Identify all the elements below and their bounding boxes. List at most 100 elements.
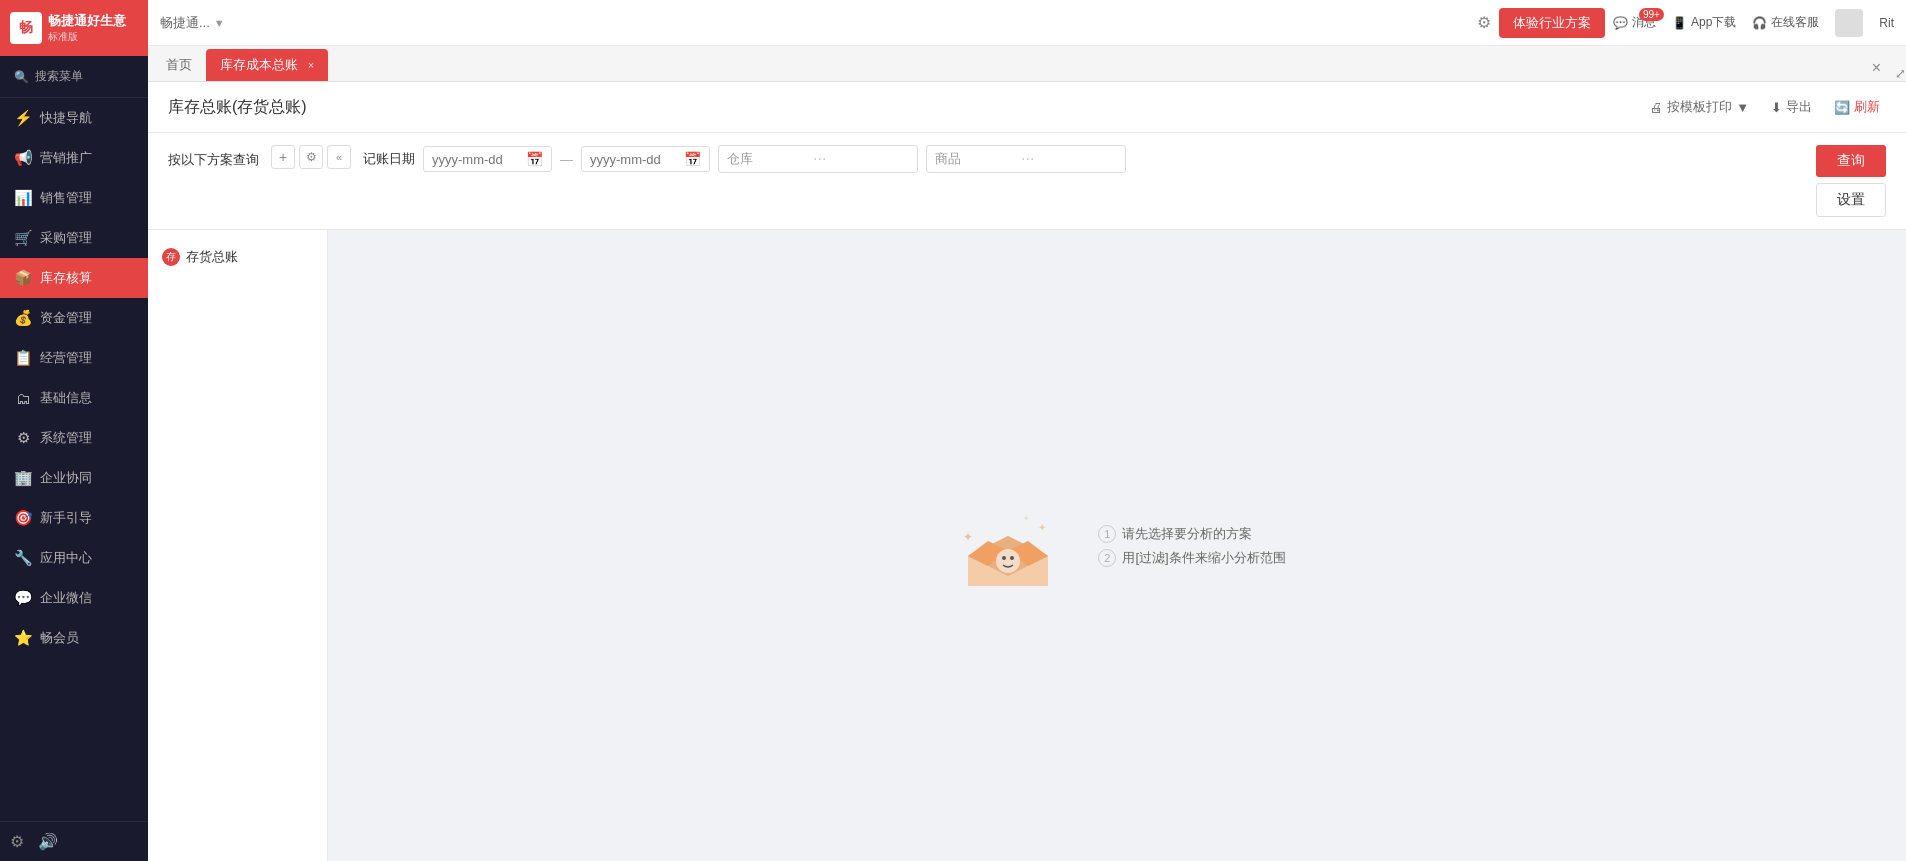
sidebar-item-apps[interactable]: 🔧 应用中心 <box>0 538 148 578</box>
warehouse-select[interactable]: 仓库 ··· <box>718 145 918 173</box>
tab-home[interactable]: 首页 <box>152 49 206 81</box>
expand-icon[interactable]: ⤢ <box>1895 66 1906 81</box>
marketing-icon: 📢 <box>14 149 32 167</box>
inventory-icon: 📦 <box>14 269 32 287</box>
refresh-icon: 🔄 <box>1834 100 1850 115</box>
filter-edit-button[interactable]: ⚙ <box>299 145 323 169</box>
empty-state: ✦ ✦ ✦ 1 请先选择要分析的方案 2 用[过滤]条件来缩小分析范围 <box>328 230 1906 861</box>
filter-right-actions: 查询 设置 <box>1816 145 1886 217</box>
hint-num-2: 2 <box>1098 549 1116 567</box>
wechat-icon: 💬 <box>14 589 32 607</box>
sidebar-item-finance[interactable]: 💰 资金管理 <box>0 298 148 338</box>
tab-inventory-ledger[interactable]: 库存成本总账 × <box>206 49 328 81</box>
topbar: 畅捷通... ▼ ⚙ 体验行业方案 💬 消息 99+ 📱 App下载 🎧 在线客… <box>148 0 1906 46</box>
page-actions: 🖨 按模板打印 ▼ ⬇ 导出 🔄 刷新 <box>1644 94 1886 120</box>
app-logo: 畅 畅捷通好生意 标准版 <box>0 0 148 56</box>
sidebar-item-inventory[interactable]: 📦 库存核算 <box>0 258 148 298</box>
sidebar: 畅 畅捷通好生意 标准版 🔍 搜索菜单 ⚡ 快捷导航 📢 营销推广 📊 销售管理… <box>0 0 148 861</box>
refresh-button[interactable]: 🔄 刷新 <box>1828 94 1886 120</box>
filter-add-buttons: + ⚙ « <box>271 145 351 169</box>
message-badge: 99+ <box>1639 8 1664 21</box>
query-button[interactable]: 查询 <box>1816 145 1886 177</box>
product-more-icon[interactable]: ··· <box>1021 150 1034 168</box>
main-area: 畅捷通... ▼ ⚙ 体验行业方案 💬 消息 99+ 📱 App下载 🎧 在线客… <box>148 0 1906 861</box>
calendar-end-icon[interactable]: 📅 <box>684 151 701 167</box>
scheme-sidebar: 存 存货总账 <box>148 230 328 861</box>
sidebar-item-sales[interactable]: 📊 销售管理 <box>0 178 148 218</box>
date-separator: — <box>560 152 573 167</box>
svg-text:✦: ✦ <box>1023 514 1030 523</box>
purchase-icon: 🛒 <box>14 229 32 247</box>
apps-icon: 🔧 <box>14 549 32 567</box>
sidebar-item-basic[interactable]: 🗂 基础信息 <box>0 378 148 418</box>
panel-close-button[interactable]: × <box>1862 55 1891 81</box>
print-icon: 🖨 <box>1650 100 1663 115</box>
sidebar-item-shortcut[interactable]: ⚡ 快捷导航 <box>0 98 148 138</box>
empty-svg: ✦ ✦ ✦ <box>948 486 1068 606</box>
tab-bar: 首页 库存成本总账 × × ⤢ <box>148 46 1906 82</box>
sales-icon: 📊 <box>14 189 32 207</box>
filter-collapse-button[interactable]: « <box>327 145 351 169</box>
sidebar-item-marketing[interactable]: 📢 营销推广 <box>0 138 148 178</box>
filter-row-1: 记账日期 📅 — 📅 仓库 ··· <box>363 145 1794 173</box>
headset-icon: 🎧 <box>1752 16 1767 30</box>
trial-industry-button[interactable]: 体验行业方案 <box>1499 8 1605 38</box>
sidebar-item-wechat[interactable]: 💬 企业微信 <box>0 578 148 618</box>
tab-close-icon[interactable]: × <box>308 59 314 71</box>
sidebar-item-operations[interactable]: 📋 经营管理 <box>0 338 148 378</box>
search-menu-button[interactable]: 🔍 搜索菜单 <box>10 64 138 89</box>
messages-button[interactable]: 💬 消息 99+ <box>1613 14 1656 31</box>
empty-illustration: ✦ ✦ ✦ <box>948 486 1068 606</box>
svg-point-6 <box>1010 556 1014 560</box>
calendar-start-icon[interactable]: 📅 <box>526 151 543 167</box>
sidebar-nav: ⚡ 快捷导航 📢 营销推广 📊 销售管理 🛒 采购管理 📦 库存核算 💰 资金管… <box>0 98 148 821</box>
message-icon: 💬 <box>1613 16 1628 30</box>
breadcrumb-chevron-icon: ▼ <box>214 17 225 29</box>
filter-add-button[interactable]: + <box>271 145 295 169</box>
scheme-icon: 存 <box>162 248 180 266</box>
app-download-button[interactable]: 📱 App下载 <box>1672 14 1736 31</box>
sidebar-footer: ⚙ 🔊 <box>0 821 148 861</box>
sidebar-item-enterprise[interactable]: 🏢 企业协同 <box>0 458 148 498</box>
product-select[interactable]: 商品 ··· <box>926 145 1126 173</box>
product-label: 商品 <box>935 150 961 168</box>
settings-footer-button[interactable]: ⚙ <box>10 832 24 851</box>
hint-num-1: 1 <box>1098 525 1116 543</box>
phone-icon: 📱 <box>1672 16 1687 30</box>
logo-icon: 畅 <box>10 12 42 44</box>
search-icon: 🔍 <box>14 70 29 84</box>
content-area: 库存总账(存货总账) 🖨 按模板打印 ▼ ⬇ 导出 🔄 刷新 按以下方案查询 <box>148 82 1906 861</box>
sidebar-item-vip[interactable]: ⭐ 畅会员 <box>0 618 148 658</box>
scheme-item-inventory-ledger[interactable]: 存 存货总账 <box>148 240 327 274</box>
topbar-right: 💬 消息 99+ 📱 App下载 🎧 在线客服 Rit <box>1613 9 1894 37</box>
svg-text:✦: ✦ <box>963 530 973 544</box>
date-start-field[interactable] <box>432 152 522 167</box>
topbar-settings-icon[interactable]: ⚙ <box>1477 13 1491 32</box>
username-label: Rit <box>1879 16 1894 30</box>
export-icon: ⬇ <box>1771 100 1782 115</box>
date-end-field[interactable] <box>590 152 680 167</box>
operations-icon: 📋 <box>14 349 32 367</box>
basic-icon: 🗂 <box>14 390 32 407</box>
svg-point-5 <box>1002 556 1006 560</box>
audio-footer-button[interactable]: 🔊 <box>38 832 58 851</box>
system-icon: ⚙ <box>14 429 32 447</box>
settings-button[interactable]: 设置 <box>1816 183 1886 217</box>
user-avatar <box>1835 9 1863 37</box>
sidebar-item-purchase[interactable]: 🛒 采购管理 <box>0 218 148 258</box>
finance-icon: 💰 <box>14 309 32 327</box>
date-end-input[interactable]: 📅 <box>581 146 710 172</box>
online-support-button[interactable]: 🎧 在线客服 <box>1752 14 1819 31</box>
shortcut-icon: ⚡ <box>14 109 32 127</box>
warehouse-more-icon[interactable]: ··· <box>813 150 826 168</box>
logo-text: 畅捷通好生意 标准版 <box>48 13 126 43</box>
print-template-button[interactable]: 🖨 按模板打印 ▼ <box>1644 94 1755 120</box>
sidebar-item-guide[interactable]: 🎯 新手引导 <box>0 498 148 538</box>
sidebar-search[interactable]: 🔍 搜索菜单 <box>0 56 148 98</box>
enterprise-icon: 🏢 <box>14 469 32 487</box>
export-button[interactable]: ⬇ 导出 <box>1765 94 1818 120</box>
sidebar-item-system[interactable]: ⚙ 系统管理 <box>0 418 148 458</box>
date-start-input[interactable]: 📅 <box>423 146 552 172</box>
svg-text:✦: ✦ <box>1038 522 1046 533</box>
body-content: 存 存货总账 <box>148 230 1906 861</box>
